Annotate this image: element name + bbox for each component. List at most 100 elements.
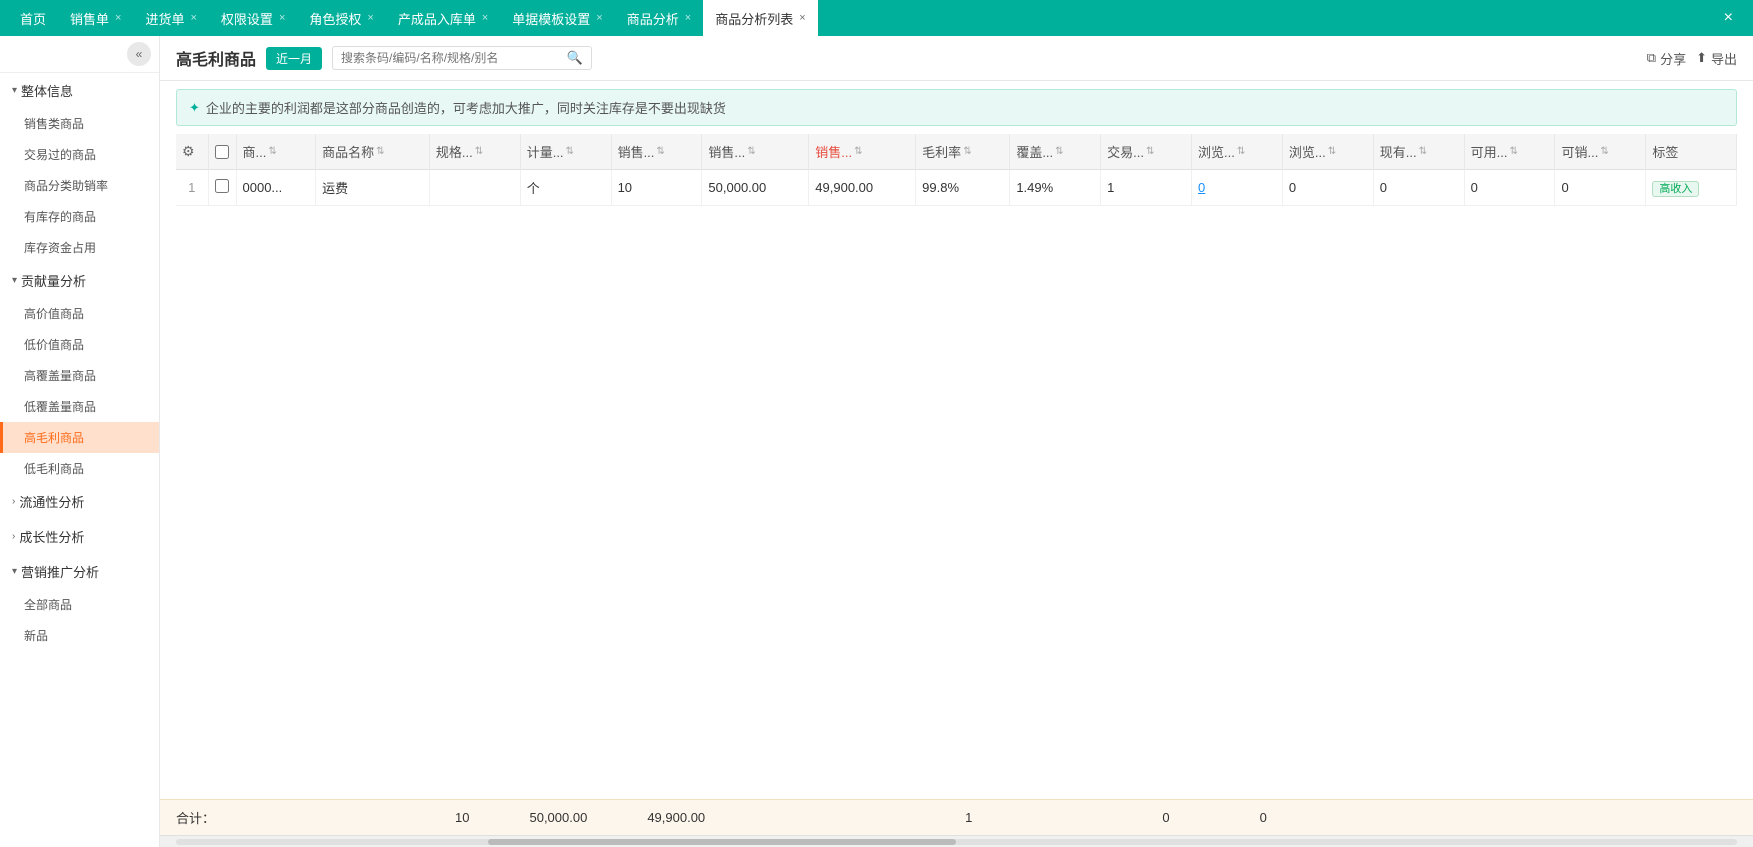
col-view2: 浏览... ⇅ — [1282, 134, 1373, 170]
col-sale-profit: 销售... ⇅ — [809, 134, 916, 170]
sort-icon-view2: ⇅ — [1328, 146, 1336, 157]
nav-sales-close[interactable]: × — [115, 12, 121, 24]
nav-permissions-close[interactable]: × — [279, 12, 285, 24]
sort-icon-sale-profit: ⇅ — [854, 146, 862, 157]
col-coverage: 覆盖... ⇅ — [1010, 134, 1101, 170]
notice-text: 企业的主要的利润都是这部分商品创造的，可考虑加大推广，同时关注库存是不要出现缺货 — [206, 98, 726, 117]
search-icon[interactable]: 🔍 — [567, 50, 583, 66]
nav-template[interactable]: 单据模板设置 × — [500, 0, 614, 36]
window-close-button[interactable]: × — [1712, 9, 1745, 27]
sidebar-item-low-margin[interactable]: 低毛利商品 — [0, 453, 159, 484]
col-tx-count: 交易... ⇅ — [1101, 134, 1192, 170]
row-checkbox[interactable] — [215, 179, 229, 193]
cell-gross-rate: 99.8% — [916, 170, 1010, 206]
col-current: 现有... ⇅ — [1373, 134, 1464, 170]
nav-permissions[interactable]: 权限设置 × — [209, 0, 297, 36]
col-checkbox — [208, 134, 236, 170]
sidebar-item-stock-capital[interactable]: 库存资金占用 — [0, 232, 159, 263]
col-sale-qty: 销售... ⇅ — [611, 134, 702, 170]
col-tag: 标签 — [1646, 134, 1737, 170]
col-saleable: 可销... ⇅ — [1555, 134, 1646, 170]
notice-icon: ✦ — [189, 100, 200, 116]
arrow-down-icon-2: ▾ — [12, 275, 17, 286]
sort-icon-saleable: ⇅ — [1600, 146, 1608, 157]
arrow-down-icon: ▾ — [12, 85, 17, 96]
nav-product-analysis-list[interactable]: 商品分析列表 × — [703, 0, 817, 36]
share-button[interactable]: ⧉ 分享 — [1647, 49, 1686, 68]
sidebar-group-liquidity[interactable]: › 流通性分析 — [0, 484, 159, 519]
content-area: 高毛利商品 近一月 🔍 ⧉ 分享 ⬆ 导出 — [160, 36, 1753, 847]
col-sale-amount: 销售... ⇅ — [702, 134, 809, 170]
sidebar-item-sales-goods[interactable]: 销售类商品 — [0, 108, 159, 139]
nav-roles[interactable]: 角色授权 × — [297, 0, 385, 36]
sidebar-item-low-coverage[interactable]: 低覆盖量商品 — [0, 391, 159, 422]
cell-name: 运费 — [316, 170, 430, 206]
sidebar-group-overall-items: 销售类商品 交易过的商品 商品分类助销率 有库存的商品 库存资金占用 — [0, 108, 159, 263]
sort-icon-sale-qty: ⇅ — [656, 146, 664, 157]
sort-icon-coverage: ⇅ — [1055, 146, 1063, 157]
sidebar-group-growth[interactable]: › 成长性分析 — [0, 519, 159, 554]
sort-icon-unit: ⇅ — [566, 146, 574, 157]
col-spec: 规格... ⇅ — [429, 134, 520, 170]
nav-home[interactable]: 首页 — [8, 0, 58, 36]
cell-checkbox — [208, 170, 236, 206]
content-header: 高毛利商品 近一月 🔍 ⧉ 分享 ⬆ 导出 — [160, 36, 1753, 81]
nav-sales[interactable]: 销售单 × — [58, 0, 133, 36]
search-input[interactable] — [341, 51, 567, 65]
table-row: 1 0000... 运费 个 10 50,000.00 49,900.00 99 — [176, 170, 1737, 206]
tag-badge: 高收入 — [1652, 181, 1699, 197]
col-gear: ⚙ — [176, 134, 208, 170]
sidebar-group-marketing-items: 全部商品 新品 — [0, 589, 159, 651]
footer-tx-count: 1 — [965, 810, 972, 825]
sort-icon-tx-count: ⇅ — [1146, 146, 1154, 157]
nav-product-analysis-close[interactable]: × — [685, 12, 691, 24]
scrollbar-track — [176, 839, 1737, 845]
notice-banner: ✦ 企业的主要的利润都是这部分商品创造的，可考虑加大推广，同时关注库存是不要出现… — [176, 89, 1737, 126]
sidebar-group-marketing[interactable]: ▾ 营销推广分析 — [0, 554, 159, 589]
nav-purchase[interactable]: 进货单 × — [133, 0, 208, 36]
nav-production-close[interactable]: × — [482, 12, 488, 24]
cell-row-num: 1 — [176, 170, 208, 206]
nav-roles-close[interactable]: × — [367, 12, 373, 24]
cell-coverage: 1.49% — [1010, 170, 1101, 206]
sidebar-group-overall[interactable]: ▾ 整体信息 — [0, 73, 159, 108]
sidebar-item-category-rate[interactable]: 商品分类助销率 — [0, 170, 159, 201]
sidebar-item-low-value[interactable]: 低价值商品 — [0, 329, 159, 360]
sort-icon-sale-amount: ⇅ — [747, 146, 755, 157]
cell-saleable: 0 — [1555, 170, 1646, 206]
sidebar-collapse-button[interactable]: « — [127, 42, 151, 66]
sidebar-item-high-value[interactable]: 高价值商品 — [0, 298, 159, 329]
arrow-right-icon-2: › — [12, 531, 15, 542]
cell-tx-count: 1 — [1101, 170, 1192, 206]
nav-template-close[interactable]: × — [596, 12, 602, 24]
sidebar-item-all-goods[interactable]: 全部商品 — [0, 589, 159, 620]
sidebar-item-traded-goods[interactable]: 交易过的商品 — [0, 139, 159, 170]
sidebar-item-high-margin[interactable]: 高毛利商品 — [0, 422, 159, 453]
sort-icon-current: ⇅ — [1419, 146, 1427, 157]
horizontal-scrollbar[interactable] — [160, 835, 1753, 847]
nav-production[interactable]: 产成品入库单 × — [386, 0, 500, 36]
nav-purchase-close[interactable]: × — [190, 12, 196, 24]
sidebar-item-high-coverage[interactable]: 高覆盖量商品 — [0, 360, 159, 391]
settings-icon[interactable]: ⚙ — [182, 143, 195, 160]
cell-unit: 个 — [520, 170, 611, 206]
select-all-checkbox[interactable] — [215, 145, 229, 159]
footer-sale-qty: 10 — [455, 810, 469, 825]
sidebar-group-contribution[interactable]: ▾ 贡献量分析 — [0, 263, 159, 298]
nav-product-analysis[interactable]: 商品分析 × — [615, 0, 703, 36]
sort-icon-gross-rate: ⇅ — [963, 146, 971, 157]
arrow-right-icon: › — [12, 496, 15, 507]
page-title: 高毛利商品 — [176, 46, 256, 70]
nav-product-analysis-list-close[interactable]: × — [799, 12, 805, 24]
sidebar-item-new-goods[interactable]: 新品 — [0, 620, 159, 651]
period-button[interactable]: 近一月 — [266, 47, 322, 70]
view1-link[interactable]: 0 — [1198, 180, 1205, 195]
share-icon: ⧉ — [1647, 50, 1656, 66]
header-actions: ⧉ 分享 ⬆ 导出 — [1647, 49, 1737, 68]
col-unit: 计量... ⇅ — [520, 134, 611, 170]
sidebar-item-in-stock[interactable]: 有库存的商品 — [0, 201, 159, 232]
arrow-down-icon-3: ▾ — [12, 566, 17, 577]
scrollbar-thumb[interactable] — [488, 839, 956, 845]
data-table: ⚙ 商... ⇅ — [176, 134, 1737, 206]
export-button[interactable]: ⬆ 导出 — [1696, 49, 1737, 68]
